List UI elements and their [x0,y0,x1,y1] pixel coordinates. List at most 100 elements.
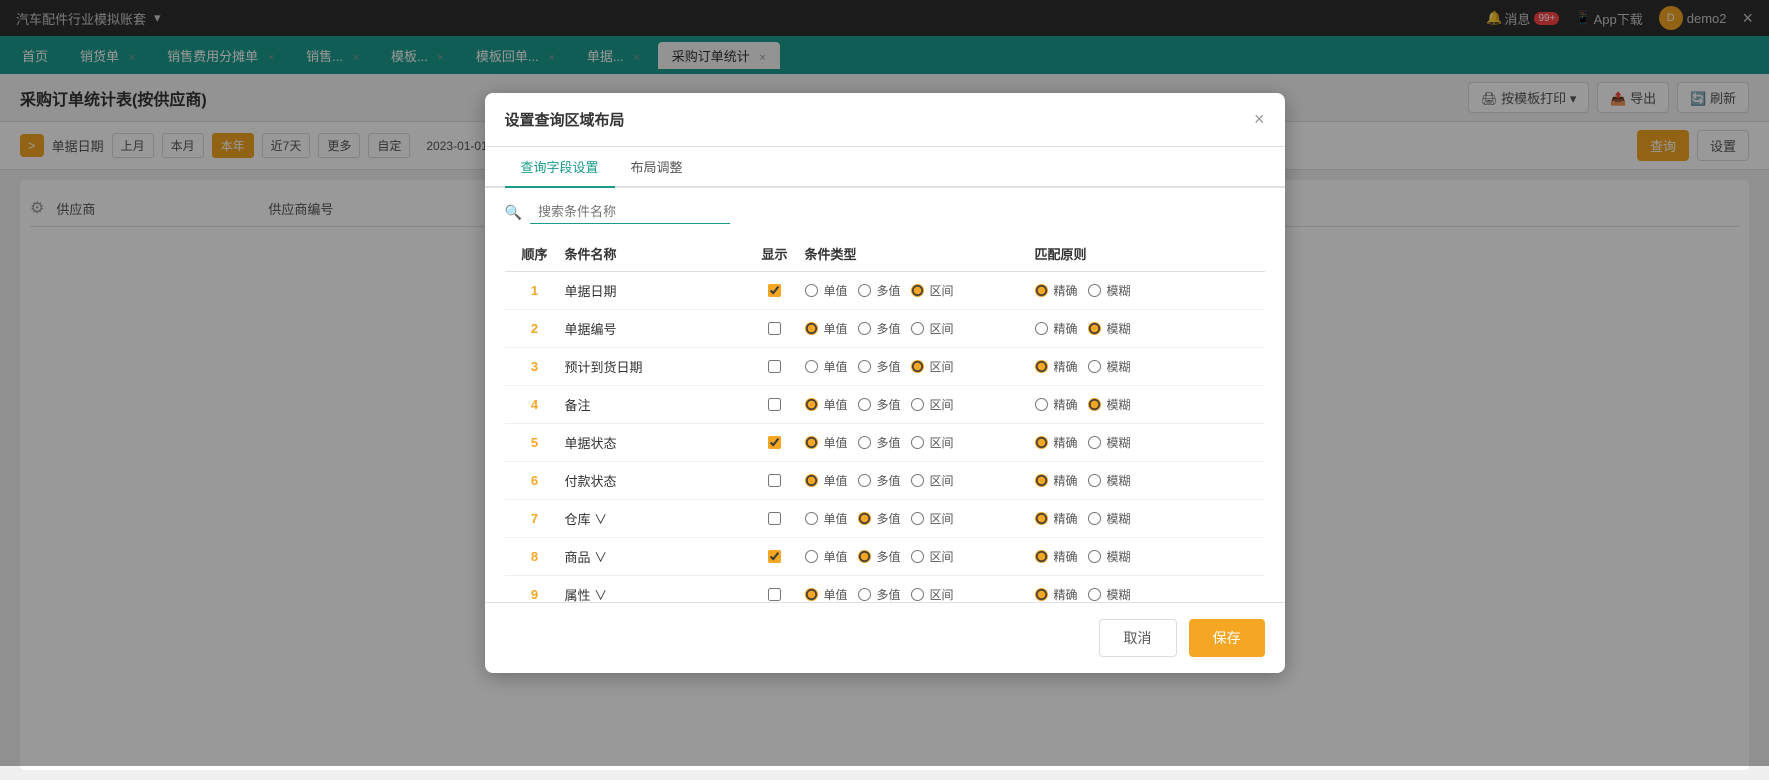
row-2-match-exact[interactable]: 精确 [1035,320,1078,337]
row-9-type-multi[interactable]: 多值 [858,586,901,602]
row-3-show-checkbox[interactable] [768,360,781,373]
row-1-match-fuzzy[interactable]: 模糊 [1088,282,1131,299]
row-9-match: 精确 模糊 [1035,586,1265,602]
row-6-type-multi[interactable]: 多值 [858,472,901,489]
modal-tab-layout[interactable]: 布局调整 [615,147,699,188]
row-4-type-range[interactable]: 区间 [911,396,954,413]
row-7-type-single[interactable]: 单值 [805,510,848,527]
row-3-type-single[interactable]: 单值 [805,358,848,375]
row-6-match-fuzzy[interactable]: 模糊 [1088,472,1131,489]
col-header-name: 条件名称 [565,244,745,263]
row-1-show-checkbox[interactable] [768,284,781,297]
row-3-match-fuzzy[interactable]: 模糊 [1088,358,1131,375]
row-7-type-range[interactable]: 区间 [911,510,954,527]
row-9-match-exact[interactable]: 精确 [1035,586,1078,602]
row-6-type-single[interactable]: 单值 [805,472,848,489]
row-8-match-fuzzy[interactable]: 模糊 [1088,548,1131,565]
row-4-type: 单值 多值 区间 [805,396,1035,413]
row-8-type-multi[interactable]: 多值 [858,548,901,565]
row-1-type-single[interactable]: 单值 [805,282,848,299]
row-4-show [745,398,805,411]
row-8-type-range[interactable]: 区间 [911,548,954,565]
row-7-match: 精确 模糊 [1035,510,1265,527]
modal-tab-field-settings[interactable]: 查询字段设置 [505,147,615,188]
row-7-show [745,512,805,525]
row-9-match-fuzzy[interactable]: 模糊 [1088,586,1131,602]
row-9-show [745,588,805,601]
table-row: 2 单据编号 单值 多值 区间 精确 模糊 [505,310,1265,348]
table-row: 1 单据日期 单值 多值 区间 精确 模糊 [505,272,1265,310]
row-3-type-multi[interactable]: 多值 [858,358,901,375]
row-3-match-exact[interactable]: 精确 [1035,358,1078,375]
row-6-type-range[interactable]: 区间 [911,472,954,489]
row-5-match-exact[interactable]: 精确 [1035,434,1078,451]
row-7-name: 仓库 ∨ [565,509,745,528]
row-4-match-fuzzy[interactable]: 模糊 [1088,396,1131,413]
table-row: 5 单据状态 单值 多值 区间 精确 模糊 [505,424,1265,462]
row-3-type: 单值 多值 区间 [805,358,1035,375]
row-4-show-checkbox[interactable] [768,398,781,411]
row-8-order: 8 [505,549,565,564]
row-9-type-single[interactable]: 单值 [805,586,848,602]
row-4-name: 备注 [565,395,745,414]
row-8-type: 单值 多值 区间 [805,548,1035,565]
modal-dialog: 设置查询区域布局 × 查询字段设置 布局调整 🔍 顺序 条件名称 显示 条件类型… [485,93,1285,673]
row-7-match-exact[interactable]: 精确 [1035,510,1078,527]
row-2-type-range[interactable]: 区间 [911,320,954,337]
row-5-match: 精确 模糊 [1035,434,1265,451]
row-4-match-exact[interactable]: 精确 [1035,396,1078,413]
row-1-order: 1 [505,283,565,298]
row-9-type-range[interactable]: 区间 [911,586,954,602]
row-6-show-checkbox[interactable] [768,474,781,487]
row-3-show [745,360,805,373]
row-1-match-exact[interactable]: 精确 [1035,282,1078,299]
table-row: 7 仓库 ∨ 单值 多值 区间 精确 模糊 [505,500,1265,538]
row-7-type-multi[interactable]: 多值 [858,510,901,527]
row-7-show-checkbox[interactable] [768,512,781,525]
table-row: 3 预计到货日期 单值 多值 区间 精确 模糊 [505,348,1265,386]
save-button[interactable]: 保存 [1189,619,1265,657]
row-4-type-single[interactable]: 单值 [805,396,848,413]
col-header-match: 匹配原则 [1035,244,1265,263]
row-1-type-multi[interactable]: 多值 [858,282,901,299]
modal-search-area: 🔍 [485,188,1285,236]
row-5-type-single[interactable]: 单值 [805,434,848,451]
row-8-show-checkbox[interactable] [768,550,781,563]
row-7-match-fuzzy[interactable]: 模糊 [1088,510,1131,527]
row-6-match-exact[interactable]: 精确 [1035,472,1078,489]
row-8-match: 精确 模糊 [1035,548,1265,565]
row-2-type-single[interactable]: 单值 [805,320,848,337]
row-8-show [745,550,805,563]
row-5-type-range[interactable]: 区间 [911,434,954,451]
modal-footer: 取消 保存 [485,602,1285,673]
col-header-type: 条件类型 [805,244,1035,263]
row-1-type-range[interactable]: 区间 [911,282,954,299]
row-1-match: 精确 模糊 [1035,282,1265,299]
row-2-match-fuzzy[interactable]: 模糊 [1088,320,1131,337]
modal-title: 设置查询区域布局 [505,109,625,130]
row-8-type-single[interactable]: 单值 [805,548,848,565]
row-5-show-checkbox[interactable] [768,436,781,449]
row-3-type-range[interactable]: 区间 [911,358,954,375]
row-2-match: 精确 模糊 [1035,320,1265,337]
modal-close-button[interactable]: × [1254,109,1265,130]
row-6-name: 付款状态 [565,471,745,490]
row-4-order: 4 [505,397,565,412]
table-row: 9 属性 ∨ 单值 多值 区间 精确 模糊 [505,576,1265,602]
row-1-name: 单据日期 [565,281,745,300]
row-2-type-multi[interactable]: 多值 [858,320,901,337]
row-5-type: 单值 多值 区间 [805,434,1035,451]
row-3-name: 预计到货日期 [565,357,745,376]
cancel-button[interactable]: 取消 [1099,619,1177,657]
row-5-match-fuzzy[interactable]: 模糊 [1088,434,1131,451]
row-4-type-multi[interactable]: 多值 [858,396,901,413]
table-header: 顺序 条件名称 显示 条件类型 匹配原则 [505,236,1265,272]
row-8-match-exact[interactable]: 精确 [1035,548,1078,565]
row-9-show-checkbox[interactable] [768,588,781,601]
conditions-table: 顺序 条件名称 显示 条件类型 匹配原则 1 单据日期 单值 多值 [485,236,1285,602]
row-5-type-multi[interactable]: 多值 [858,434,901,451]
row-2-show-checkbox[interactable] [768,322,781,335]
row-1-type: 单值 多值 区间 [805,282,1035,299]
search-input[interactable] [530,200,730,224]
row-1-show [745,284,805,297]
